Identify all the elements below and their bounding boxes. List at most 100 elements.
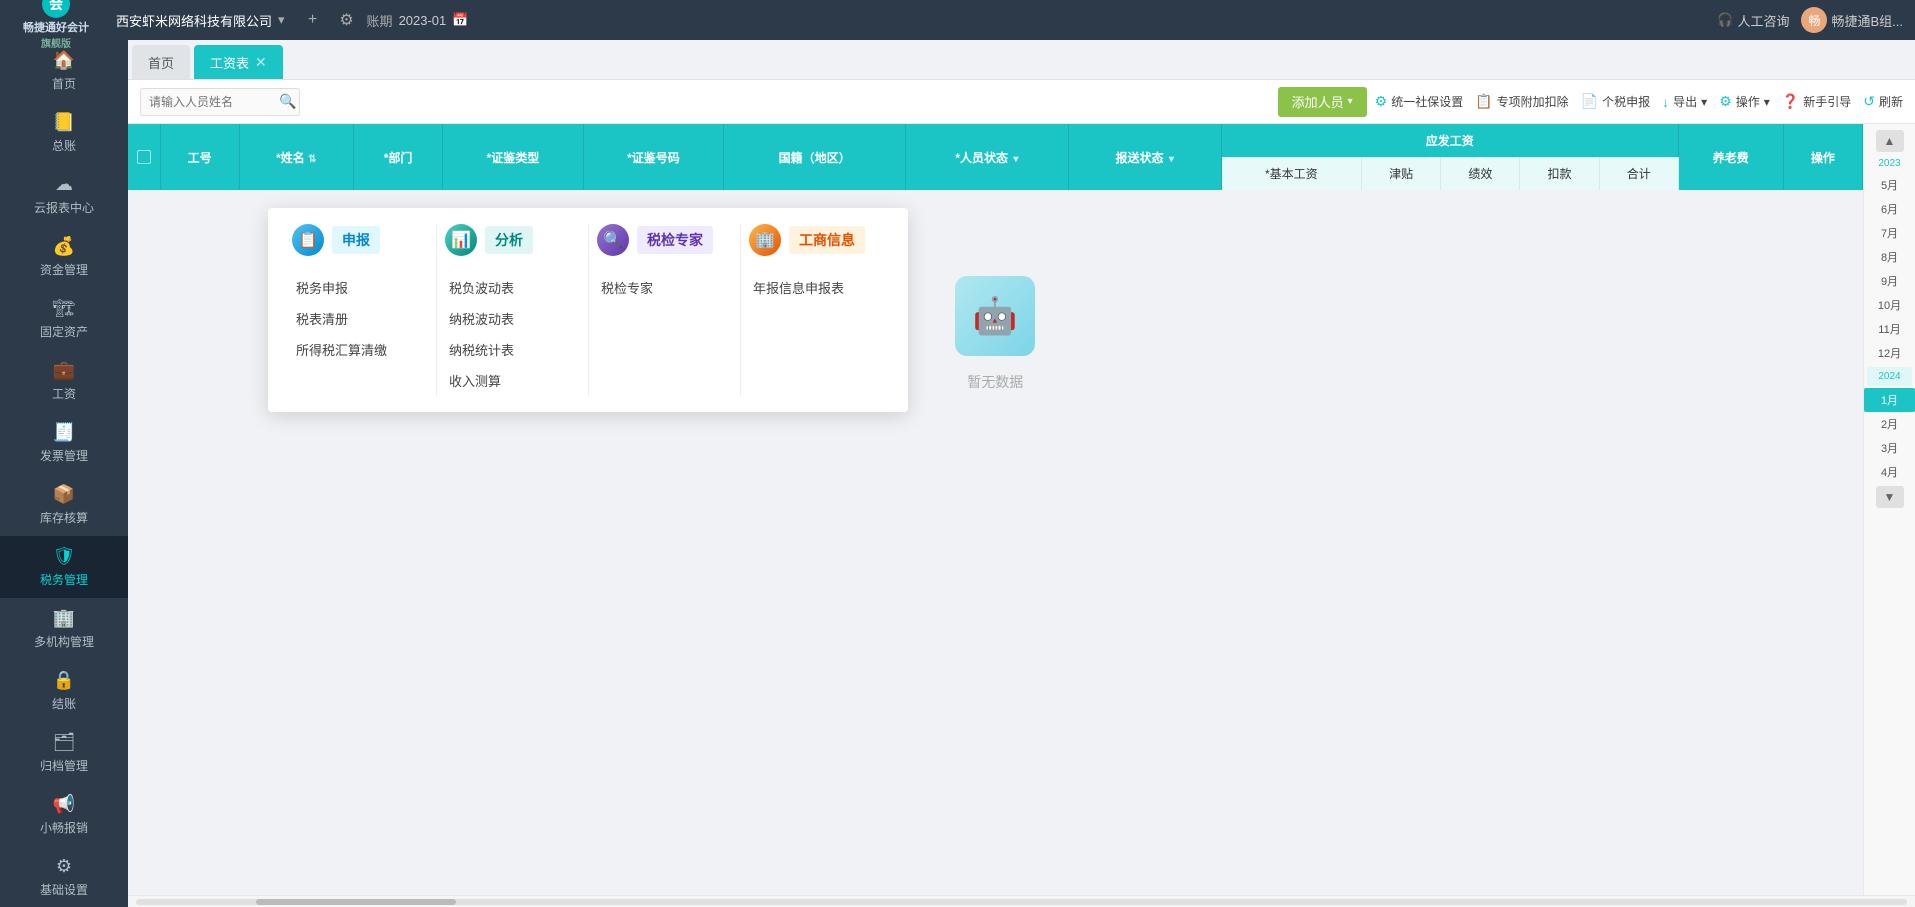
tab-home-label: 首页 — [148, 53, 174, 72]
th-nationality-label: 国籍（地区） — [779, 151, 851, 165]
empty-icon: 🤖 — [955, 276, 1035, 356]
th-report-status[interactable]: 报送状态 ▾ — [1068, 124, 1221, 190]
user-info[interactable]: 畅 畅捷通B组... — [1801, 7, 1903, 33]
company-selector[interactable]: 西安虾米网络科技有限公司 ▾ — [116, 11, 285, 30]
dropdown-item-tax-stats[interactable]: 纳税统计表 — [445, 334, 580, 365]
new-guide-btn[interactable]: ❓ 新手引导 — [1782, 93, 1851, 110]
dropdown-item-expert[interactable]: 税检专家 — [597, 272, 732, 303]
th-status[interactable]: *人员状态 ▾ — [906, 124, 1069, 190]
timeline-down-btn[interactable]: ▼ — [1876, 486, 1904, 508]
sidebar-item-fund[interactable]: 💰 资金管理 — [0, 226, 128, 288]
invoice-icon: 🧾 — [53, 422, 75, 443]
analysis-section-title: 分析 — [485, 226, 533, 254]
name-sort-icon: ⇅ — [308, 154, 316, 165]
period-info: 账期 2023-01 📅 — [367, 11, 469, 30]
tab-home[interactable]: 首页 — [132, 45, 190, 79]
timeline-month-3[interactable]: 3月 — [1864, 436, 1915, 460]
section-tax-expert-header: 🔍 税检专家 — [597, 224, 732, 260]
sidebar-item-settings[interactable]: ⚙ 基础设置 — [0, 846, 128, 907]
sidebar-item-archive[interactable]: 🗂 归档管理 — [0, 722, 128, 784]
timeline-month-2[interactable]: 2月 — [1864, 412, 1915, 436]
dropdown-item-tax-register[interactable]: 税表清册 — [292, 303, 428, 334]
dropdown-section-analysis: 📊 分析 税负波动表 纳税波动表 纳税统计表 收入测算 — [436, 224, 588, 396]
sidebar-fund-label: 资金管理 — [40, 261, 88, 278]
th-performance-label: 绩效 — [1468, 167, 1492, 181]
dropdown-item-tax-fluctuation[interactable]: 纳税波动表 — [445, 303, 580, 334]
sidebar-tax-label: 税务管理 — [40, 571, 88, 588]
dropdown-item-income-tax[interactable]: 所得税汇算清缴 — [292, 334, 428, 365]
sidebar-home-label: 首页 — [52, 75, 76, 92]
th-base-salary: *基本工资 — [1221, 157, 1362, 190]
calendar-icon[interactable]: 📅 — [452, 12, 468, 28]
dropdown-item-tax-declaration[interactable]: 税务申报 — [292, 272, 428, 303]
timeline-month-10[interactable]: 10月 — [1864, 293, 1915, 317]
dropdown-item-tax-burden[interactable]: 税负波动表 — [445, 272, 580, 303]
social-insurance-btn[interactable]: ⚙ 统一社保设置 — [1375, 93, 1464, 110]
special-deduction-icon: 📋 — [1475, 93, 1492, 110]
operation-btn[interactable]: ⚙ 操作 ▾ — [1719, 93, 1770, 110]
sidebar-item-inventory[interactable]: 📦 库存核算 — [0, 474, 128, 536]
sidebar-item-multi-org[interactable]: 🏢 多机构管理 — [0, 598, 128, 660]
business-section-icon: 🏢 — [749, 224, 781, 256]
search-icon: 🔍 — [279, 93, 296, 110]
sidebar-salary-label: 工资 — [52, 385, 76, 402]
timeline-month-1[interactable]: 1月 — [1864, 388, 1915, 412]
timeline-month-8[interactable]: 8月 — [1864, 245, 1915, 269]
th-performance: 绩效 — [1441, 157, 1520, 190]
sidebar-item-salary[interactable]: 💼 工资 — [0, 350, 128, 412]
scroll-bar[interactable] — [128, 895, 1915, 907]
sidebar-item-cloud-report[interactable]: ☁ 云报表中心 — [0, 164, 128, 226]
scroll-thumb[interactable] — [256, 899, 456, 905]
th-name[interactable]: *姓名 ⇅ — [239, 124, 353, 190]
timeline-month-6[interactable]: 6月 — [1864, 197, 1915, 221]
scroll-track[interactable] — [136, 899, 1907, 905]
timeline-month-11[interactable]: 11月 — [1864, 317, 1915, 341]
refresh-label: 刷新 — [1879, 93, 1903, 110]
th-base-salary-label: *基本工资 — [1265, 167, 1318, 181]
assets-icon: 🏗 — [53, 298, 76, 319]
tab-salary[interactable]: 工资表 ✕ — [194, 45, 283, 79]
section-analysis-header: 📊 分析 — [445, 224, 580, 260]
timeline-month-9[interactable]: 9月 — [1864, 269, 1915, 293]
dropdown-item-income-forecast[interactable]: 收入测算 — [445, 365, 580, 396]
settings-icon-btn[interactable]: ⚙ — [335, 8, 359, 32]
tab-bar: 首页 工资表 ✕ — [128, 40, 1915, 80]
sidebar-item-invoice[interactable]: 🧾 发票管理 — [0, 412, 128, 474]
fund-icon: 💰 — [53, 236, 75, 257]
timeline-month-7[interactable]: 7月 — [1864, 221, 1915, 245]
timeline-up-btn[interactable]: ▲ — [1876, 130, 1904, 152]
add-person-button[interactable]: 添加人员 ▾ — [1278, 87, 1367, 117]
archive-icon: 🗂 — [53, 732, 76, 753]
tax-declaration-label: 个税申报 — [1602, 93, 1650, 110]
dropdown-item-annual-report[interactable]: 年报信息申报表 — [749, 272, 884, 303]
sidebar-close-label: 结账 — [52, 695, 76, 712]
refresh-btn[interactable]: ↺ 刷新 — [1863, 93, 1903, 110]
search-input[interactable] — [149, 95, 279, 109]
special-deduction-btn[interactable]: 📋 专项附加扣除 — [1475, 93, 1568, 110]
sidebar-item-assets[interactable]: 🏗 固定资产 — [0, 288, 128, 350]
add-icon-btn[interactable]: + — [301, 8, 325, 32]
tax-declaration-btn[interactable]: 📄 个税申报 — [1581, 93, 1650, 110]
sidebar-item-ledger[interactable]: 📒 总账 — [0, 102, 128, 164]
th-id-number-label: *证鉴号码 — [627, 151, 680, 165]
add-person-chevron-icon: ▾ — [1348, 96, 1353, 107]
timeline-month-5[interactable]: 5月 — [1864, 173, 1915, 197]
user-avatar: 畅 — [1801, 7, 1827, 33]
export-btn[interactable]: ↓ 导出 ▾ — [1662, 93, 1707, 110]
sidebar-item-marketing[interactable]: 📢 小畅报销 — [0, 784, 128, 846]
sidebar: 🏠 首页 📒 总账 ☁ 云报表中心 💰 资金管理 🏗 固定资产 💼 工资 🧾 发… — [0, 40, 128, 907]
dropdown-menu: 📋 申报 税务申报 税表清册 所得税汇算清缴 📊 分析 税负波动表 — [268, 208, 908, 412]
th-employee-id-label: 工号 — [188, 151, 212, 165]
th-department: *部门 — [353, 124, 442, 190]
th-report-status-label: 报送状态 — [1115, 151, 1163, 165]
sidebar-item-tax[interactable]: 🛡 税务管理 — [0, 536, 128, 598]
select-all-checkbox[interactable] — [137, 150, 151, 164]
timeline-month-4[interactable]: 4月 — [1864, 460, 1915, 484]
timeline-month-12[interactable]: 12月 — [1864, 341, 1915, 365]
service-button[interactable]: 🎧 人工咨询 — [1717, 11, 1789, 30]
declaration-section-icon: 📋 — [292, 224, 324, 256]
tab-close-icon[interactable]: ✕ — [255, 54, 267, 71]
sidebar-item-close[interactable]: 🔒 结账 — [0, 660, 128, 722]
sidebar-archive-label: 归档管理 — [40, 757, 88, 774]
th-pension-label: 养老费 — [1713, 151, 1749, 165]
